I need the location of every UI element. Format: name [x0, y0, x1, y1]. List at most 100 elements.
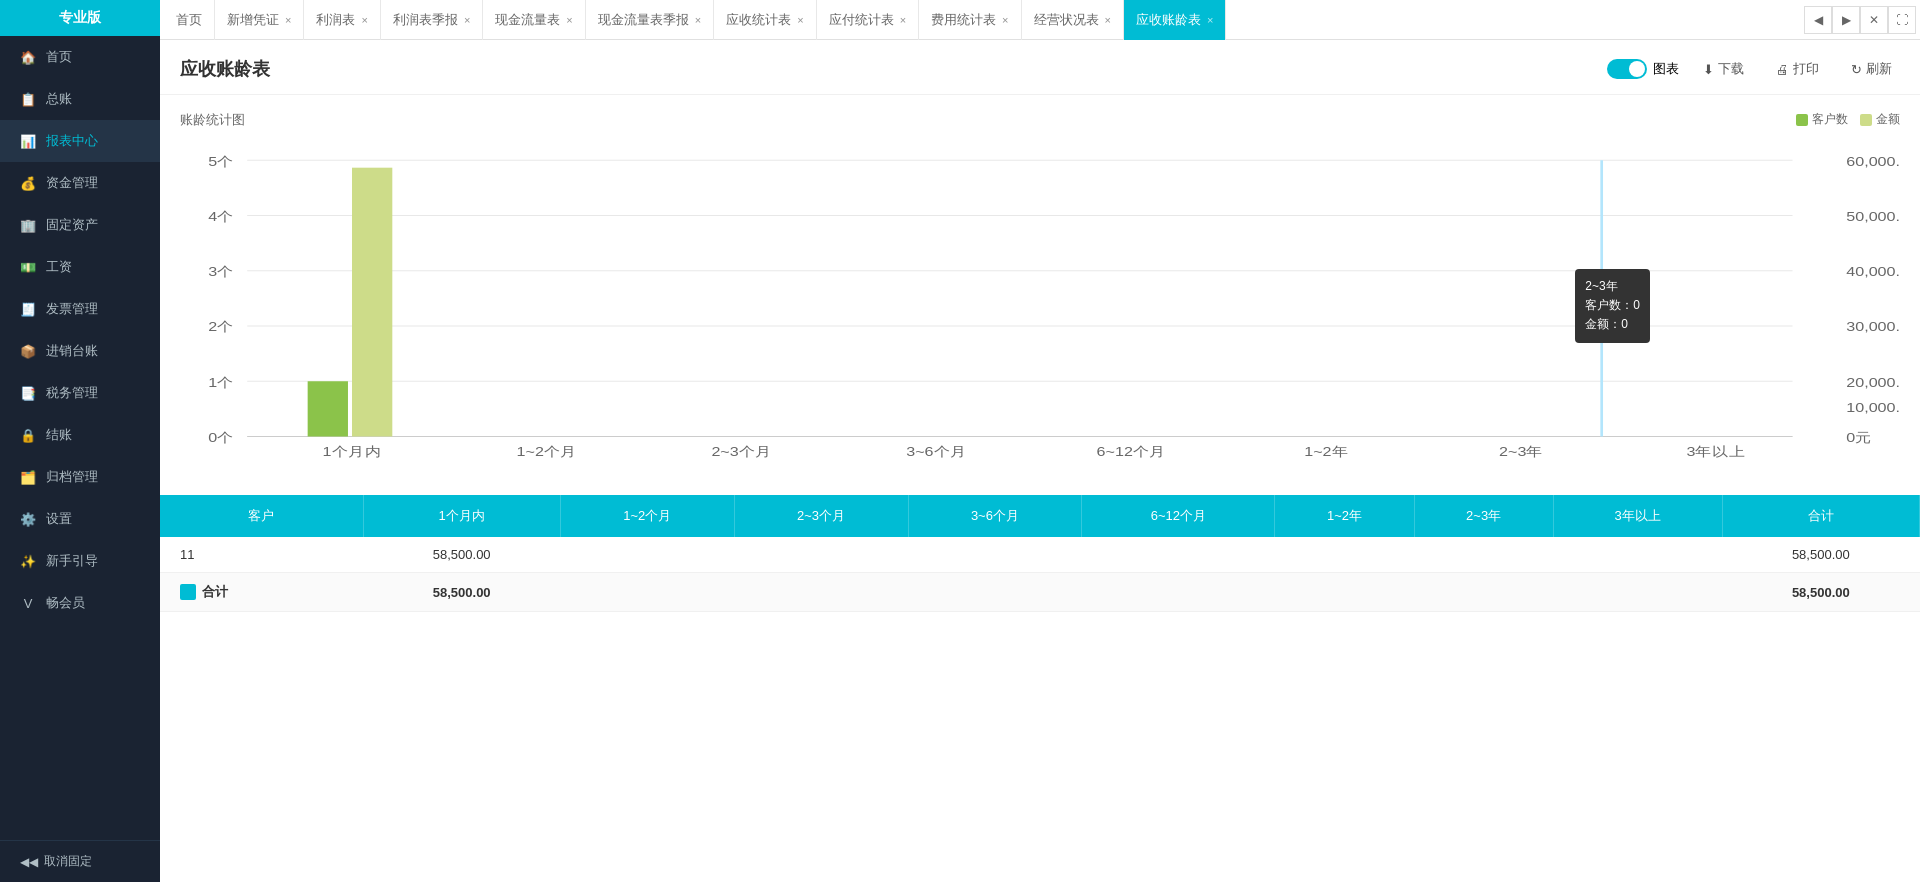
col-m3-6: 3~6个月	[908, 495, 1082, 537]
chart-toggle-label: 图表	[1653, 60, 1679, 78]
sidebar-item-report[interactable]: 📊报表中心	[0, 120, 160, 162]
ar-age-table: 客户 1个月内 1~2个月 2~3个月 3~6个月 6~12个月 1~2年 2~…	[160, 495, 1920, 612]
sidebar-item-home[interactable]: 🏠 首页	[0, 36, 160, 78]
sidebar-label-invoice: 发票管理	[46, 300, 98, 318]
app-logo: 专业版	[0, 0, 160, 36]
tab-close-operation[interactable]: ×	[1105, 14, 1111, 26]
svg-text:3年以上: 3年以上	[1686, 444, 1745, 458]
tab-close-profit_q[interactable]: ×	[464, 14, 470, 26]
tab-home[interactable]: 首页	[164, 0, 215, 40]
sidebar-label-settings: 设置	[46, 510, 72, 528]
sidebar-item-stock[interactable]: 📦 进销台账	[0, 330, 160, 372]
tab-profit[interactable]: 利润表×	[304, 0, 380, 40]
svg-text:1个月内: 1个月内	[323, 444, 382, 458]
page-title: 应收账龄表	[180, 57, 1607, 81]
svg-text:3个: 3个	[208, 265, 234, 279]
tab-close-expense[interactable]: ×	[1002, 14, 1008, 26]
sidebar-label-ledger: 总账	[46, 90, 72, 108]
svg-text:2~3个月: 2~3个月	[711, 444, 772, 458]
sidebar-item-archive[interactable]: 🗂️归档管理	[0, 456, 160, 498]
tab-close-cashflow_q[interactable]: ×	[695, 14, 701, 26]
download-button[interactable]: ⬇ 下载	[1695, 56, 1752, 82]
cell-total-total: 58,500.00	[1722, 573, 1919, 612]
col-y2-3: 2~3年	[1414, 495, 1553, 537]
tab-label-cashflow_q: 现金流量表季报	[598, 11, 689, 29]
svg-text:40,000.00元: 40,000.00元	[1846, 265, 1900, 279]
tab-cashflow_q[interactable]: 现金流量表季报 ×	[586, 0, 714, 40]
tab-ap_stat[interactable]: 应付统计表 ×	[817, 0, 919, 40]
sidebar-label-tax: 税务管理	[46, 384, 98, 402]
sidebar-item-fund[interactable]: 💰资金管理	[0, 162, 160, 204]
sidebar-label-guide: 新手引导	[46, 552, 98, 570]
sidebar-item-salary[interactable]: 💵工资	[0, 246, 160, 288]
legend-amount: 金额	[1860, 111, 1900, 128]
tab-label-cashflow: 现金流量表	[495, 11, 560, 29]
tab-bar: 首页新增凭证×利润表×利润表季报×现金流量表×现金流量表季报×应收统计表×应付统…	[160, 0, 1920, 40]
table-section: 客户 1个月内 1~2个月 2~3个月 3~6个月 6~12个月 1~2年 2~…	[160, 495, 1920, 882]
cell-total-label: 合计	[160, 573, 363, 612]
sidebar-icon-tax: 📑	[20, 385, 36, 401]
unpin-button[interactable]: ◀◀ 取消固定	[0, 840, 160, 882]
cell-total-y2-3	[1414, 573, 1553, 612]
cell-total-m3-6	[908, 573, 1082, 612]
tab-next-button[interactable]: ▶	[1832, 6, 1860, 34]
chart-svg: 5个 4个 3个 2个 1个 0个 60,000.00元 50,000.00元 …	[180, 139, 1900, 479]
chart-toggle[interactable]	[1607, 59, 1647, 79]
cell-total-m1-2	[560, 573, 734, 612]
tab-close-ar_stat[interactable]: ×	[797, 14, 803, 26]
tab-prev-button[interactable]: ◀	[1804, 6, 1832, 34]
tab-close-button[interactable]: ✕	[1860, 6, 1888, 34]
sidebar-item-settings[interactable]: ⚙️ 设置	[0, 498, 160, 540]
sidebar-item-guide[interactable]: ✨新手引导	[0, 540, 160, 582]
tab-voucher[interactable]: 新增凭证×	[215, 0, 304, 40]
tab-ar_stat[interactable]: 应收统计表×	[714, 0, 816, 40]
sidebar-icon-stock: 📦	[20, 343, 36, 359]
sidebar-item-asset[interactable]: 🏢固定资产	[0, 204, 160, 246]
tab-close-voucher[interactable]: ×	[285, 14, 291, 26]
table-row: 11 58,500.00 58,500.00	[160, 537, 1920, 573]
print-button[interactable]: 🖨 打印	[1768, 56, 1827, 82]
col-total: 合计	[1722, 495, 1919, 537]
svg-text:3~6个月: 3~6个月	[906, 444, 967, 458]
svg-text:4个: 4个	[208, 209, 234, 223]
refresh-button[interactable]: ↻ 刷新	[1843, 56, 1900, 82]
tab-operation[interactable]: 经营状况表×	[1022, 0, 1124, 40]
svg-text:6~12个月: 6~12个月	[1097, 444, 1167, 458]
sidebar-icon-fund: 💰	[20, 175, 36, 191]
sidebar-icon-close: 🔒	[20, 427, 36, 443]
sidebar-icon-settings: ⚙️	[20, 511, 36, 527]
sidebar-label-home: 首页	[46, 48, 72, 66]
sidebar-label-salary: 工资	[46, 258, 72, 276]
tab-cashflow[interactable]: 现金流量表 ×	[483, 0, 585, 40]
cell-m1-2-0	[560, 537, 734, 573]
sidebar-item-close[interactable]: 🔒结账	[0, 414, 160, 456]
svg-text:2~3年: 2~3年	[1499, 444, 1543, 458]
tab-profit_q[interactable]: 利润表季报×	[381, 0, 483, 40]
cell-total-0: 58,500.00	[1722, 537, 1919, 573]
tab-ar_age[interactable]: 应收账龄表×	[1124, 0, 1226, 40]
cell-m1-0: 58,500.00	[363, 537, 560, 573]
sidebar-label-archive: 归档管理	[46, 468, 98, 486]
sidebar-item-invoice[interactable]: 🧾 发票管理	[0, 288, 160, 330]
tab-close-ap_stat[interactable]: ×	[900, 14, 906, 26]
sidebar-item-vip[interactable]: V畅会员	[0, 582, 160, 624]
tab-label-ap_stat: 应付统计表	[829, 11, 894, 29]
sidebar-label-stock: 进销台账	[46, 342, 98, 360]
sidebar-item-tax[interactable]: 📑 税务管理	[0, 372, 160, 414]
sidebar-label-asset: 固定资产	[46, 216, 98, 234]
tab-expand-button[interactable]: ⛶	[1888, 6, 1916, 34]
sidebar-icon-home: 🏠	[20, 49, 36, 65]
tab-navigation: ◀ ▶ ✕ ⛶	[1804, 6, 1916, 34]
svg-text:2个: 2个	[208, 320, 234, 334]
svg-text:0个: 0个	[208, 430, 234, 444]
legend-amount-color	[1860, 114, 1872, 126]
tab-close-profit[interactable]: ×	[361, 14, 367, 26]
col-m2-3: 2~3个月	[734, 495, 908, 537]
sidebar-item-ledger[interactable]: 📋总账	[0, 78, 160, 120]
tab-close-ar_age[interactable]: ×	[1207, 14, 1213, 26]
sidebar-icon-invoice: 🧾	[20, 301, 36, 317]
cell-m6-12-0	[1082, 537, 1275, 573]
tab-close-cashflow[interactable]: ×	[566, 14, 572, 26]
tab-expense[interactable]: 费用统计表×	[919, 0, 1021, 40]
cell-customer-0: 11	[160, 537, 363, 573]
